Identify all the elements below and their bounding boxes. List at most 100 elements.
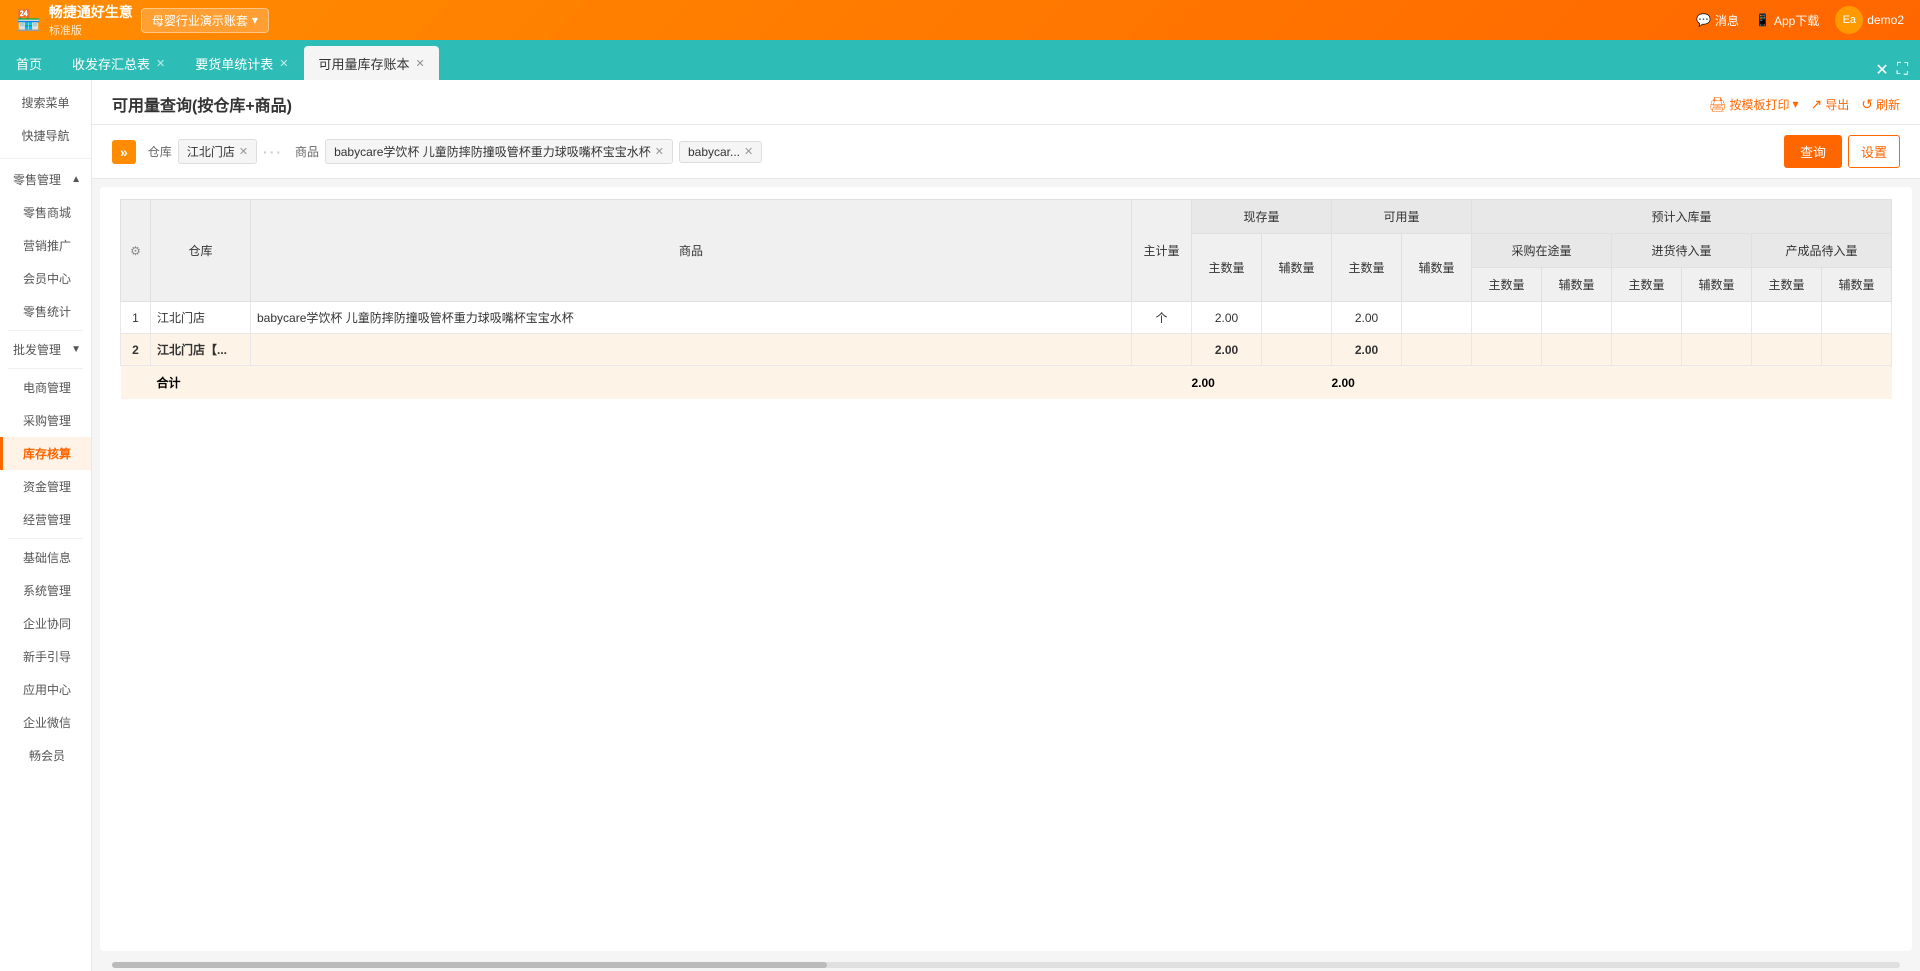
row2-finished-main xyxy=(1752,334,1822,366)
print-btn[interactable]: 🖨 按模板打印 ▾ xyxy=(1709,96,1799,113)
sidebar-item-finance-mgmt[interactable]: 资金管理 xyxy=(0,470,91,503)
tab-available-inventory-close[interactable]: ✕ xyxy=(416,57,425,70)
sidebar: 搜索菜单 快捷导航 零售管理 ▲ 零售商城 营销推广 会员中心 零售统计 批发管… xyxy=(0,80,92,971)
sidebar-item-wholesale-mgmt-label: 批发管理 xyxy=(13,341,61,358)
top-bar-left: 🏪 畅捷通好生意 标准版 母婴行业演示账套 ▾ xyxy=(16,2,269,38)
app-name: 畅捷通好生意 xyxy=(49,2,133,22)
sidebar-divider-3 xyxy=(8,538,83,539)
row1-warehouse: 江北门店 xyxy=(151,302,251,334)
sidebar-item-ecommerce-mgmt[interactable]: 电商管理 xyxy=(0,371,91,404)
sidebar-item-member-center[interactable]: 会员中心 xyxy=(0,262,91,295)
sidebar-item-new-guide-label: 新手引导 xyxy=(23,648,71,665)
sidebar-item-retail-stats[interactable]: 零售统计 xyxy=(0,295,91,328)
total-available-main: 2.00 xyxy=(1332,366,1402,400)
tab-expand-btn[interactable]: ⛶ xyxy=(1897,61,1908,79)
username: demo2 xyxy=(1867,13,1904,27)
tab-home[interactable]: 首页 xyxy=(2,46,56,80)
sidebar-item-purchase-mgmt[interactable]: 采购管理 xyxy=(0,404,91,437)
row1-gear: 1 xyxy=(121,302,151,334)
content-area: 可用量查询(按仓库+商品) 🖨 按模板打印 ▾ ↗ 导出 ↺ 刷新 » xyxy=(92,80,1920,971)
tab-receive-summary-close[interactable]: ✕ xyxy=(156,57,165,70)
col-unit-header: 主计量 xyxy=(1132,200,1192,302)
table-gear-icon[interactable]: ⚙ xyxy=(130,244,141,258)
warehouse-filter-label: 仓库 xyxy=(148,143,172,160)
dropdown-icon: ▾ xyxy=(252,13,258,27)
refresh-btn[interactable]: ↺ 刷新 xyxy=(1861,96,1900,113)
scrollbar-track[interactable] xyxy=(112,962,1900,968)
main-layout: 搜索菜单 快捷导航 零售管理 ▲ 零售商城 营销推广 会员中心 零售统计 批发管… xyxy=(0,80,1920,971)
row1-current-main: 2.00 xyxy=(1192,302,1262,334)
sidebar-top-btns: 搜索菜单 快捷导航 xyxy=(0,80,91,159)
warehouse-filter-tag[interactable]: 江北门店 ✕ xyxy=(178,139,257,164)
sidebar-item-inventory-check-label: 库存核算 xyxy=(23,445,71,462)
settings-btn[interactable]: 设置 xyxy=(1848,135,1900,168)
sidebar-item-finance-mgmt-label: 资金管理 xyxy=(23,478,71,495)
sidebar-item-app-center[interactable]: 应用中心 xyxy=(0,673,91,706)
sidebar-item-vip-member[interactable]: 畅会员 xyxy=(0,739,91,772)
sidebar-item-basic-info[interactable]: 基础信息 xyxy=(0,541,91,574)
message-btn[interactable]: 💬 消息 xyxy=(1696,12,1739,29)
product-filter-value2: babycar... xyxy=(688,145,740,159)
sidebar-item-wholesale-mgmt[interactable]: 批发管理 ▼ xyxy=(0,333,91,366)
col-warehouse-header: 仓库 xyxy=(151,200,251,302)
filter-toggle-btn[interactable]: » xyxy=(112,140,136,164)
sidebar-item-marketing[interactable]: 营销推广 xyxy=(0,229,91,262)
sidebar-item-system-mgmt[interactable]: 系统管理 xyxy=(0,574,91,607)
total-finished-main xyxy=(1752,366,1822,400)
tab-requisition-stats[interactable]: 要货单统计表 ✕ xyxy=(181,46,302,80)
sidebar-item-retail-mall[interactable]: 零售商城 xyxy=(0,196,91,229)
print-label: 按模板打印 xyxy=(1729,96,1789,113)
product-filter-tag2-close[interactable]: ✕ xyxy=(744,145,753,158)
tab-available-inventory[interactable]: 可用量库存账本 ✕ xyxy=(304,46,438,80)
sidebar-quick-nav-btn[interactable]: 快捷导航 xyxy=(8,121,83,150)
sidebar-item-ops-mgmt-label: 经营管理 xyxy=(23,511,71,528)
row2-current-main: 2.00 xyxy=(1192,334,1262,366)
filter-product-field: 商品 babycare学饮杯 儿童防摔防撞吸管杯重力球吸嘴杯宝宝水杯 ✕ bab… xyxy=(295,139,762,164)
tab-close-all-btn[interactable]: ✕ xyxy=(1875,60,1888,80)
sidebar-divider-2 xyxy=(8,368,83,369)
product-filter-tag2[interactable]: babycar... ✕ xyxy=(679,141,762,163)
sidebar-item-retail-mgmt[interactable]: 零售管理 ▲ xyxy=(0,163,91,196)
org-name: 母婴行业演示账套 xyxy=(152,12,248,29)
print-icon: 🖨 xyxy=(1709,96,1727,113)
sidebar-item-new-guide[interactable]: 新手引导 xyxy=(0,640,91,673)
export-btn[interactable]: ↗ 导出 xyxy=(1811,96,1850,113)
filter-warehouse-field: 仓库 江北门店 ✕ ··· xyxy=(148,139,283,164)
col-goods-pending-header: 进货待入量 xyxy=(1612,234,1752,268)
sidebar-item-retail-mgmt-label: 零售管理 xyxy=(13,171,61,188)
row1-purchase-main xyxy=(1472,302,1542,334)
query-btn[interactable]: 查询 xyxy=(1784,135,1842,168)
warehouse-filter-close[interactable]: ✕ xyxy=(239,145,248,158)
refresh-icon: ↺ xyxy=(1861,96,1873,113)
table-row: 1 江北门店 babycare学饮杯 儿童防摔防撞吸管杯重力球吸嘴杯宝宝水杯 个… xyxy=(121,302,1892,334)
product-filter-tag1-close[interactable]: ✕ xyxy=(655,145,664,158)
tab-receive-summary[interactable]: 收发存汇总表 ✕ xyxy=(58,46,179,80)
row2-purchase-main xyxy=(1472,334,1542,366)
tab-requisition-stats-close[interactable]: ✕ xyxy=(279,57,288,70)
scrollbar-thumb[interactable] xyxy=(112,962,827,968)
row2-unit xyxy=(1132,334,1192,366)
sidebar-item-member-center-label: 会员中心 xyxy=(23,270,71,287)
header-actions: 🖨 按模板打印 ▾ ↗ 导出 ↺ 刷新 xyxy=(1709,96,1900,113)
row2-goods-aux xyxy=(1682,334,1752,366)
org-selector[interactable]: 母婴行业演示账套 ▾ xyxy=(141,8,269,33)
app-download-btn[interactable]: 📱 App下载 xyxy=(1755,12,1819,29)
sidebar-item-system-mgmt-label: 系统管理 xyxy=(23,582,71,599)
col-available-main-header: 主数量 xyxy=(1332,234,1402,302)
wholesale-mgmt-arrow-icon: ▼ xyxy=(71,344,81,355)
col-forecast-header: 预计入库量 xyxy=(1472,200,1892,234)
warehouse-filter-value: 江北门店 xyxy=(187,143,235,160)
avatar: Ea xyxy=(1835,6,1863,34)
sidebar-item-enterprise-collab[interactable]: 企业协同 xyxy=(0,607,91,640)
top-bar-right: 💬 消息 📱 App下载 Ea demo2 xyxy=(1696,6,1904,34)
sidebar-item-enterprise-wechat[interactable]: 企业微信 xyxy=(0,706,91,739)
product-filter-tag1[interactable]: babycare学饮杯 儿童防摔防撞吸管杯重力球吸嘴杯宝宝水杯 ✕ xyxy=(325,139,673,164)
sidebar-item-inventory-check[interactable]: 库存核算 xyxy=(0,437,91,470)
sidebar-item-ops-mgmt[interactable]: 经营管理 xyxy=(0,503,91,536)
user-profile[interactable]: Ea demo2 xyxy=(1835,6,1904,34)
sidebar-search-btn[interactable]: 搜索菜单 xyxy=(8,88,83,117)
sidebar-item-vip-member-label: 畅会员 xyxy=(29,747,65,764)
warehouse-filter-more[interactable]: ··· xyxy=(263,144,283,160)
row2-goods-main xyxy=(1612,334,1682,366)
message-icon: 💬 xyxy=(1696,13,1711,27)
